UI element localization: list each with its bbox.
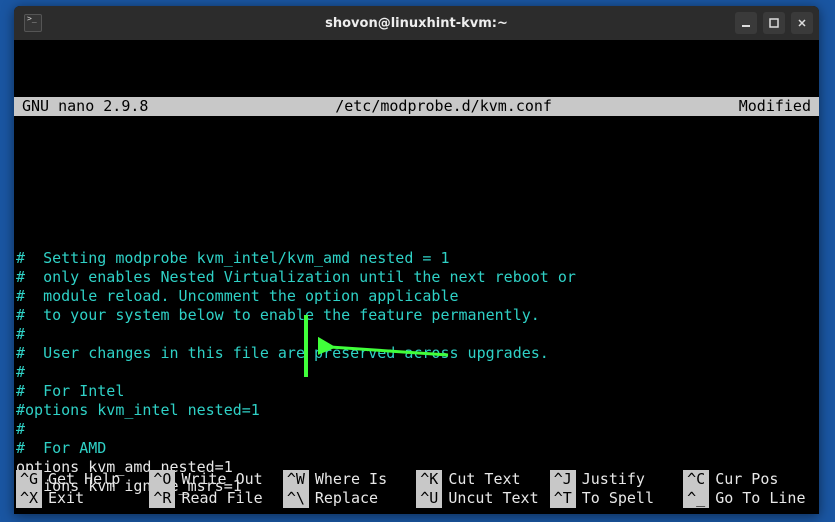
file-line: # <box>16 325 817 344</box>
shortcut-desc: Write Out <box>181 470 262 489</box>
window-controls <box>735 12 813 34</box>
maximize-button[interactable] <box>763 12 785 34</box>
close-icon <box>797 18 807 28</box>
file-line: # to your system below to enable the fea… <box>16 306 817 325</box>
menu-item: ^U Uncut Text <box>416 489 549 508</box>
shortcut-desc: To Spell <box>582 489 654 508</box>
menu-item: ^\ Replace <box>283 489 416 508</box>
menu-item: ^W Where Is <box>283 470 416 489</box>
nano-file-path: /etc/modprobe.d/kvm.conf <box>154 97 732 116</box>
shortcut-desc: Cut Text <box>448 470 520 489</box>
shortcut-desc: Where Is <box>315 470 387 489</box>
shortcut-key: ^R <box>149 489 175 508</box>
shortcut-desc: Justify <box>582 470 645 489</box>
shortcut-key: ^_ <box>683 489 709 508</box>
file-line: # module reload. Uncomment the option ap… <box>16 287 817 306</box>
nano-header: GNU nano 2.9.8 /etc/modprobe.d/kvm.conf … <box>14 97 819 116</box>
menu-item: ^J Justify <box>550 470 683 489</box>
minimize-button[interactable] <box>735 12 757 34</box>
shortcut-key: ^\ <box>283 489 309 508</box>
terminal-window: shovon@linuxhint-kvm:~ GNU nano 2.9.8 /e… <box>14 6 819 514</box>
shortcut-desc: Exit <box>48 489 84 508</box>
shortcut-desc: Replace <box>315 489 378 508</box>
menu-item: ^X Exit <box>16 489 149 508</box>
close-button[interactable] <box>791 12 813 34</box>
menu-item: ^K Cut Text <box>416 470 549 489</box>
file-line: # For Intel <box>16 382 817 401</box>
menu-row: ^G Get Help ^O Write Out ^W Where Is ^K Cut Tex… <box>16 470 817 489</box>
shortcut-desc: Get Help <box>48 470 120 489</box>
file-line: # Setting modprobe kvm_intel/kvm_amd nes… <box>16 249 817 268</box>
terminal-icon <box>24 14 42 32</box>
menu-item: ^_ Go To Line <box>683 489 816 508</box>
shortcut-key: ^U <box>416 489 442 508</box>
file-line: # For AMD <box>16 439 817 458</box>
shortcut-desc: Go To Line <box>715 489 805 508</box>
titlebar: shovon@linuxhint-kvm:~ <box>14 6 819 40</box>
shortcut-key: ^C <box>683 470 709 489</box>
menu-item: ^C Cur Pos <box>683 470 816 489</box>
shortcut-key: ^T <box>550 489 576 508</box>
minimize-icon <box>741 18 751 28</box>
menu-item: ^G Get Help <box>16 470 149 489</box>
shortcut-key: ^J <box>550 470 576 489</box>
window-title: shovon@linuxhint-kvm:~ <box>14 16 819 31</box>
file-line: # <box>16 420 817 439</box>
file-line: # only enables Nested Virtualization unt… <box>16 268 817 287</box>
shortcut-key: ^W <box>283 470 309 489</box>
shortcut-desc: Cur Pos <box>715 470 778 489</box>
shortcut-desc: Uncut Text <box>448 489 538 508</box>
desktop: shovon@linuxhint-kvm:~ GNU nano 2.9.8 /e… <box>0 0 835 522</box>
file-content: # Setting modprobe kvm_intel/kvm_amd nes… <box>14 249 819 496</box>
menu-item: ^R Read File <box>149 489 282 508</box>
file-line: # <box>16 363 817 382</box>
nano-app-name: GNU nano 2.9.8 <box>16 97 154 116</box>
nano-shortcut-menu: ^G Get Help ^O Write Out ^W Where Is ^K Cut Tex… <box>14 470 819 508</box>
menu-item: ^O Write Out <box>149 470 282 489</box>
maximize-icon <box>769 18 779 28</box>
menu-row: ^X Exit ^R Read File ^\ Replace ^U Uncut Text ^T… <box>16 489 817 508</box>
shortcut-key: ^K <box>416 470 442 489</box>
shortcut-key: ^G <box>16 470 42 489</box>
file-line: #options kvm_intel nested=1 <box>16 401 817 420</box>
terminal-area[interactable]: GNU nano 2.9.8 /etc/modprobe.d/kvm.conf … <box>14 40 819 514</box>
shortcut-key: ^X <box>16 489 42 508</box>
shortcut-key: ^O <box>149 470 175 489</box>
menu-item: ^T To Spell <box>550 489 683 508</box>
nano-status: Modified <box>733 97 817 116</box>
file-line: # User changes in this file are preserve… <box>16 344 817 363</box>
shortcut-desc: Read File <box>181 489 262 508</box>
